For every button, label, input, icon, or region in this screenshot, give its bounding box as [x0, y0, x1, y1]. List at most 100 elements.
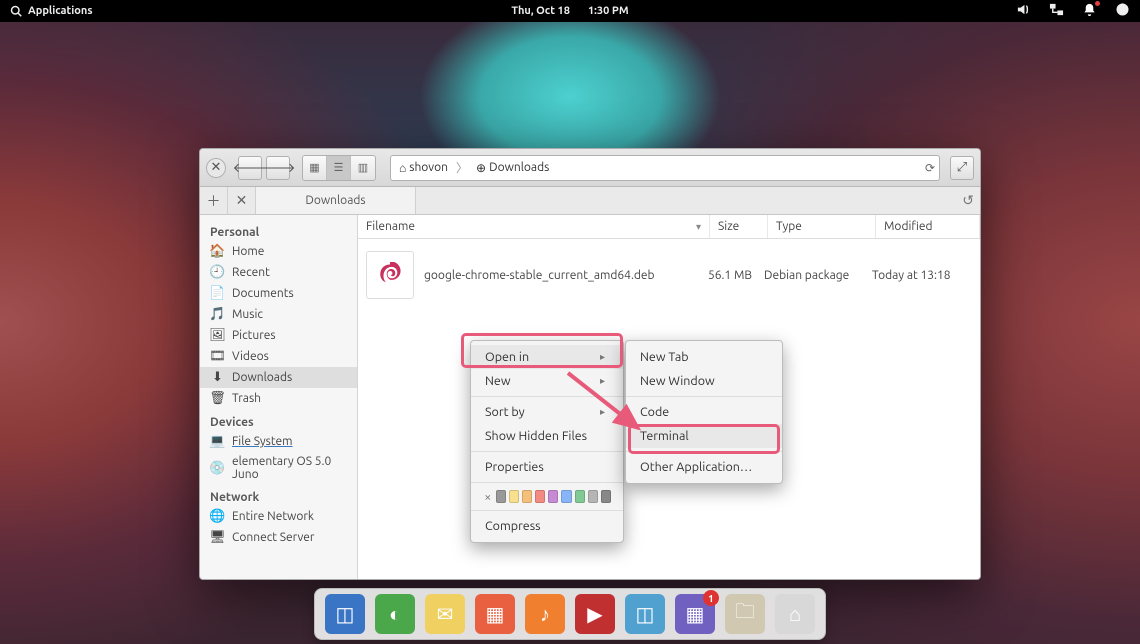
reload-button[interactable]: ⟳ [925, 161, 935, 175]
submenu-item-label: New Tab [640, 350, 689, 364]
menu-separator [471, 510, 623, 511]
dock-multitasking-icon[interactable]: ◫ [325, 594, 365, 634]
panel-date[interactable]: Thu, Oct 18 [511, 5, 570, 17]
submenu-item-new-tab[interactable]: New Tab [626, 345, 782, 369]
sidebar-item-downloads[interactable]: ⬇ Downloads [200, 367, 357, 388]
sidebar-item-elementary-os-5.0-juno[interactable]: 💿 elementary OS 5.0 Juno [200, 452, 357, 484]
window-close-button[interactable]: ✕ [206, 158, 226, 178]
file-row[interactable]: google-chrome-stable_current_amd64.deb 5… [358, 239, 980, 311]
menu-item-label: Properties [485, 460, 544, 474]
nav-back-button[interactable]: 🡐 [238, 156, 262, 180]
dock-home-icon[interactable]: ⌂ [775, 594, 815, 634]
menu-item-label: Compress [485, 519, 541, 533]
color-tag[interactable] [575, 490, 585, 503]
menu-item-open-in[interactable]: Open in [471, 345, 623, 369]
connect-server-icon: 🖥 [210, 530, 225, 545]
sidebar-item-label: Documents [232, 287, 294, 300]
dock-badge: 1 [703, 590, 719, 606]
notifications-indicator[interactable] [1082, 2, 1097, 20]
sidebar-item-file-system[interactable]: 💻 File System [200, 431, 357, 452]
sidebar-item-connect-server[interactable]: 🖥Connect Server [200, 527, 357, 548]
menu-item-label: Open in [485, 350, 529, 364]
dock-videos-icon[interactable]: ▶ [575, 594, 615, 634]
column-filename[interactable]: Filename▾ [358, 215, 710, 238]
sidebar-item-entire-network[interactable]: 🌐Entire Network [200, 506, 357, 527]
file-type: Debian package [760, 269, 868, 282]
elementary-os-5.0-juno-icon: 💿 [210, 461, 225, 476]
applications-menu[interactable]: Applications [10, 5, 93, 17]
menu-separator [626, 451, 782, 452]
color-tag[interactable] [509, 490, 519, 503]
menu-item-label: Sort by [485, 405, 525, 419]
nav-forward-button[interactable]: 🡒 [266, 156, 290, 180]
column-modified[interactable]: Modified [876, 215, 980, 238]
home-icon: ⌂ [399, 161, 406, 175]
menu-separator [471, 482, 623, 483]
file-system-icon: 💻 [210, 434, 225, 449]
color-tag[interactable] [588, 490, 598, 503]
breadcrumb-home[interactable]: ⌂shovon [395, 161, 452, 175]
breadcrumb-current[interactable]: ⊕Downloads [472, 161, 553, 175]
color-tag-row[interactable]: × [471, 486, 623, 507]
dock-photos-icon[interactable]: ◫ [625, 594, 665, 634]
color-tag[interactable] [548, 490, 558, 503]
column-size[interactable]: Size [710, 215, 768, 238]
sidebar-item-label: Recent [232, 266, 270, 279]
network-indicator[interactable] [1049, 2, 1064, 20]
tab-history-button[interactable]: ↺ [962, 192, 974, 209]
color-tag[interactable] [561, 490, 571, 503]
sidebar-item-music[interactable]: 🎵Music [200, 304, 357, 325]
panel-time[interactable]: 1:30 PM [588, 5, 629, 17]
trash-icon: 🗑 [210, 391, 225, 406]
applications-label: Applications [28, 5, 93, 17]
dock-files-icon[interactable]: 🗀 [725, 594, 765, 634]
sidebar-item-videos[interactable]: 🎞Videos [200, 346, 357, 367]
sidebar-item-trash[interactable]: 🗑 Trash [200, 388, 357, 409]
menu-item-compress[interactable]: Compress [471, 514, 623, 538]
sidebar-item-pictures[interactable]: 🖼Pictures [200, 325, 357, 346]
dock-browser-icon[interactable]: ◐ [375, 594, 415, 634]
path-bar[interactable]: ⌂shovon 〉 ⊕Downloads ⟳ [390, 155, 940, 181]
tab-downloads[interactable]: Downloads [256, 187, 416, 214]
dock-mail-icon[interactable]: ✉ [425, 594, 465, 634]
session-indicator[interactable] [1115, 2, 1130, 20]
dock-music-icon[interactable]: ♪ [525, 594, 565, 634]
view-mode-switcher[interactable]: ▦ ☰ ▥ [302, 155, 376, 181]
pictures-icon: 🖼 [210, 328, 225, 343]
sidebar-item-label: elementary OS 5.0 Juno [232, 455, 347, 481]
sidebar-item-documents[interactable]: 📄Documents [200, 283, 357, 304]
dock-calendar-icon[interactable]: ▦ [475, 594, 515, 634]
downloads-icon: ⬇ [210, 370, 225, 385]
view-list-button[interactable]: ☰ [327, 156, 351, 180]
window-titlebar[interactable]: ✕ 🡐 🡒 ▦ ☰ ▥ ⌂shovon 〉 ⊕Downloads ⟳ ⤢ [200, 149, 980, 187]
file-name: google-chrome-stable_current_amd64.deb [424, 269, 702, 282]
column-type[interactable]: Type [768, 215, 876, 238]
menu-item-properties[interactable]: Properties [471, 455, 623, 479]
deb-package-icon [366, 251, 414, 299]
submenu-item-other-application[interactable]: Other Application… [626, 455, 782, 479]
view-columns-button[interactable]: ▥ [351, 156, 375, 180]
sidebar-item-home[interactable]: 🏠Home [200, 241, 357, 262]
sound-indicator[interactable] [1016, 2, 1031, 20]
column-headers[interactable]: Filename▾ Size Type Modified [358, 215, 980, 239]
color-tag[interactable] [522, 490, 532, 503]
new-tab-button[interactable]: ＋ [200, 187, 228, 214]
close-tab-button[interactable]: ✕ [228, 187, 256, 214]
view-grid-button[interactable]: ▦ [303, 156, 327, 180]
sidebar-item-label: Trash [232, 392, 261, 405]
sidebar-section-header: Personal [200, 219, 357, 241]
search-icon [10, 5, 22, 17]
dock-camera-icon[interactable]: ▦1 [675, 594, 715, 634]
color-tag[interactable] [601, 490, 611, 503]
annotation-arrow [563, 368, 653, 438]
sidebar-item-label: File System [232, 435, 293, 448]
maximize-button[interactable]: ⤢ [950, 156, 974, 180]
videos-icon: 🎞 [210, 349, 225, 364]
menu-separator [471, 451, 623, 452]
sidebar-section-header: Devices [200, 409, 357, 431]
color-tag[interactable] [496, 490, 506, 503]
sidebar-item-recent[interactable]: 🕘Recent [200, 262, 357, 283]
color-tag[interactable] [535, 490, 545, 503]
sidebar-item-label: Downloads [232, 371, 292, 384]
file-size: 56.1 MB [702, 269, 760, 282]
